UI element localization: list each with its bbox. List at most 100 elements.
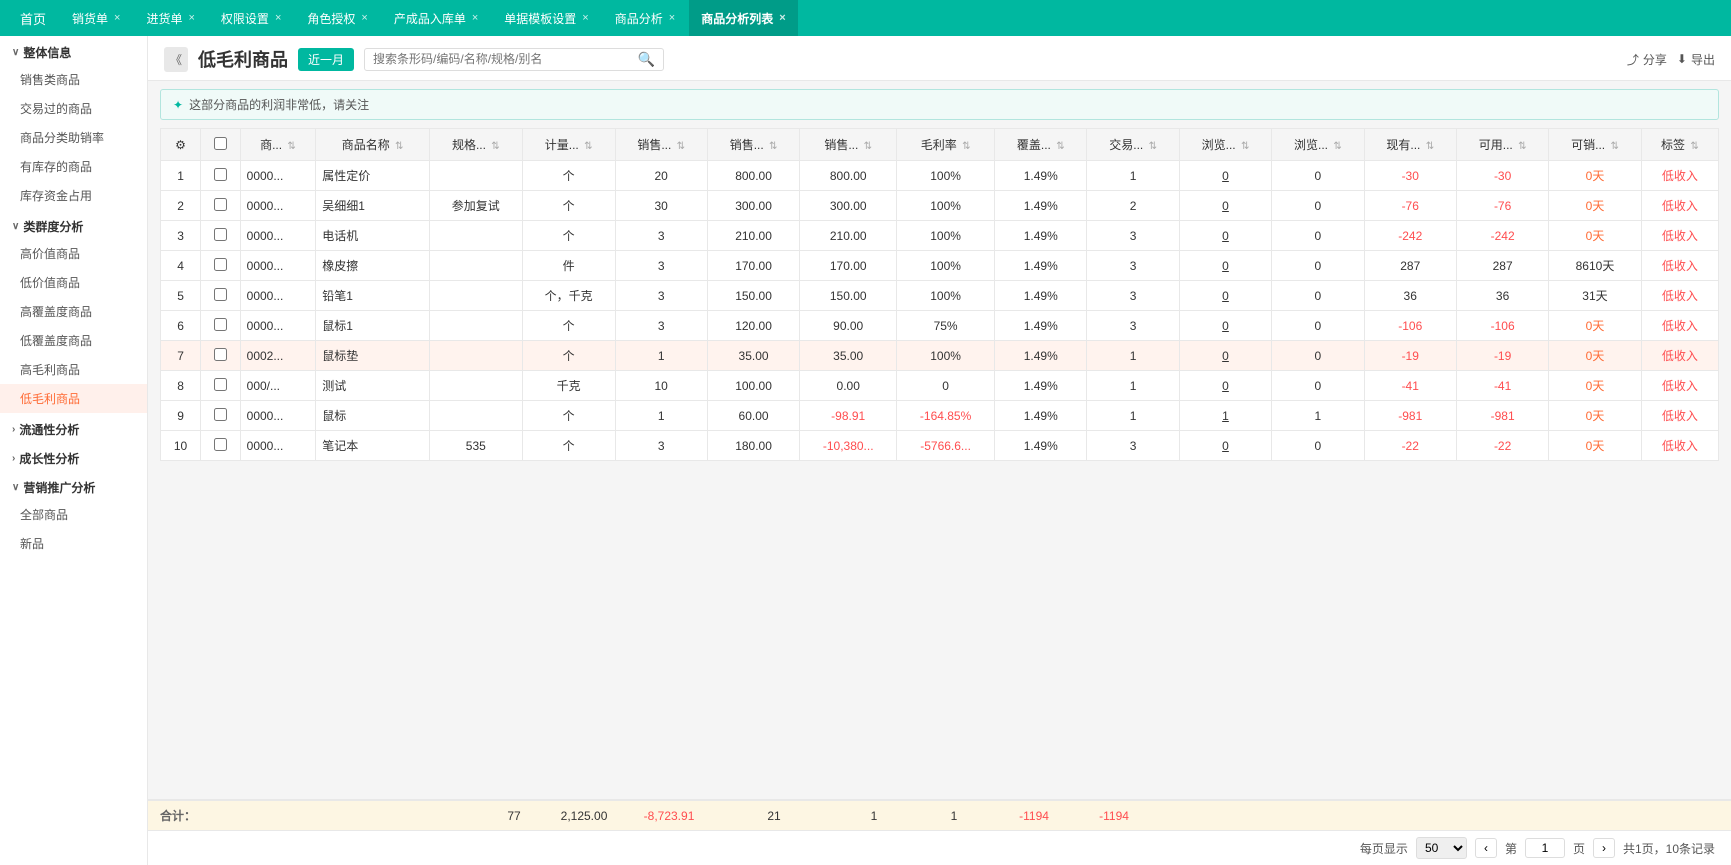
sidebar-section-marketing[interactable]: ∨ 营销推广分析 [0,471,147,500]
nav-permission[interactable]: 权限设置× [209,0,293,36]
row-checkbox[interactable] [214,288,227,301]
close-icon[interactable]: × [188,12,194,24]
th-spec[interactable]: 规格... ⇅ [429,129,522,161]
cell-view1[interactable]: 1 [1179,401,1271,431]
close-icon[interactable]: × [669,12,675,24]
row-checkbox[interactable] [214,438,227,451]
sidebar-item-stock-products[interactable]: 有库存的商品 [0,152,147,181]
share-button[interactable]: ⤴ 分享 [1627,51,1667,68]
cell-checkbox[interactable] [201,431,241,461]
row-checkbox[interactable] [214,258,227,271]
row-checkbox[interactable] [214,228,227,241]
date-filter-button[interactable]: 近一月 [298,48,354,71]
th-name[interactable]: 商品名称 ⇅ [316,129,430,161]
sidebar-collapse-button[interactable]: 《 [164,47,188,72]
sidebar-section-growth[interactable]: › 成长性分析 [0,442,147,471]
cell-trade: 1 [1087,401,1179,431]
th-current[interactable]: 现有... ⇅ [1364,129,1456,161]
select-all-checkbox[interactable] [214,137,227,150]
cell-view1[interactable]: 0 [1179,431,1271,461]
prev-page-button[interactable]: ‹ [1475,838,1497,858]
sidebar-item-low-value[interactable]: 低价值商品 [0,268,147,297]
row-checkbox[interactable] [214,168,227,181]
cell-view1[interactable]: 0 [1179,161,1271,191]
cell-checkbox[interactable] [201,281,241,311]
sidebar-item-high-profit[interactable]: 高毛利商品 [0,355,147,384]
th-available[interactable]: 可用... ⇅ [1456,129,1548,161]
next-page-button[interactable]: › [1593,838,1615,858]
close-icon[interactable]: × [582,12,588,24]
cell-checkbox[interactable] [201,221,241,251]
th-sales2[interactable]: 销售... ⇅ [707,129,799,161]
sidebar-item-stock-fund[interactable]: 库存资金占用 [0,181,147,210]
sidebar-item-low-profit[interactable]: 低毛利商品 [0,384,147,413]
th-tag[interactable]: 标签 ⇅ [1641,129,1718,161]
sidebar-item-low-coverage[interactable]: 低覆盖度商品 [0,326,147,355]
th-checkbox[interactable] [201,129,241,161]
nav-product-entry[interactable]: 产成品入库单× [382,0,490,36]
sidebar-section-overall[interactable]: ∨ 整体信息 [0,36,147,65]
cell-view1[interactable]: 0 [1179,251,1271,281]
page-number-input[interactable] [1525,838,1565,858]
sidebar-section-cluster[interactable]: ∨ 类群度分析 [0,210,147,239]
sidebar-item-high-value[interactable]: 高价值商品 [0,239,147,268]
th-view1[interactable]: 浏览... ⇅ [1179,129,1271,161]
cell-view1[interactable]: 0 [1179,191,1271,221]
close-icon[interactable]: × [472,12,478,24]
cell-checkbox[interactable] [201,371,241,401]
nav-product-analysis[interactable]: 商品分析× [603,0,687,36]
cell-checkbox[interactable] [201,251,241,281]
cell-checkbox[interactable] [201,161,241,191]
th-sales1[interactable]: 销售... ⇅ [615,129,707,161]
nav-template[interactable]: 单据模板设置× [492,0,600,36]
sidebar-item-new-products[interactable]: 新品 [0,529,147,558]
close-icon[interactable]: × [779,12,785,24]
cell-tag: 低收入 [1641,281,1718,311]
sidebar-item-sales-products[interactable]: 销售类商品 [0,65,147,94]
th-view2[interactable]: 浏览... ⇅ [1272,129,1364,161]
th-sales3[interactable]: 销售... ⇅ [800,129,897,161]
cell-view2: 0 [1272,311,1364,341]
nav-role[interactable]: 角色授权× [295,0,379,36]
header-actions: ⤴ 分享 ⬇ 导出 [1627,51,1715,68]
th-trade[interactable]: 交易... ⇅ [1087,129,1179,161]
row-checkbox[interactable] [214,318,227,331]
cell-view1[interactable]: 0 [1179,281,1271,311]
nav-product-analysis-list[interactable]: 商品分析列表× [689,0,797,36]
th-gross[interactable]: 毛利率 ⇅ [897,129,995,161]
cell-view1[interactable]: 0 [1179,221,1271,251]
nav-sales[interactable]: 销货单× [60,0,132,36]
cell-checkbox[interactable] [201,401,241,431]
cell-unit: 件 [522,251,615,281]
search-icon[interactable]: 🔍 [638,51,655,68]
sidebar-item-traded-products[interactable]: 交易过的商品 [0,94,147,123]
sidebar-section-flow[interactable]: › 流通性分析 [0,413,147,442]
th-saleable[interactable]: 可销... ⇅ [1549,129,1641,161]
row-checkbox[interactable] [214,408,227,421]
th-code[interactable]: 商... ⇅ [240,129,316,161]
cell-checkbox[interactable] [201,191,241,221]
close-icon[interactable]: × [361,12,367,24]
sidebar-item-all-products[interactable]: 全部商品 [0,500,147,529]
sidebar-item-category-rate[interactable]: 商品分类助销率 [0,123,147,152]
cell-view1[interactable]: 0 [1179,341,1271,371]
cell-s1: 30 [615,191,707,221]
cell-checkbox[interactable] [201,311,241,341]
sidebar-item-high-coverage[interactable]: 高覆盖度商品 [0,297,147,326]
th-coverage[interactable]: 覆盖... ⇅ [995,129,1087,161]
close-icon[interactable]: × [275,12,281,24]
cell-view1[interactable]: 0 [1179,371,1271,401]
row-checkbox[interactable] [214,378,227,391]
nav-purchase[interactable]: 进货单× [134,0,206,36]
page-size-select[interactable]: 50 100 200 [1416,837,1467,859]
close-icon[interactable]: × [114,12,120,24]
th-unit[interactable]: 计量... ⇅ [522,129,615,161]
row-checkbox[interactable] [214,348,227,361]
cell-view1[interactable]: 0 [1179,311,1271,341]
cell-checkbox[interactable] [201,341,241,371]
th-settings[interactable]: ⚙ [161,129,201,161]
nav-home[interactable]: 首页 [8,0,58,36]
export-button[interactable]: ⬇ 导出 [1677,51,1715,68]
row-checkbox[interactable] [214,198,227,211]
search-input[interactable] [373,52,638,66]
